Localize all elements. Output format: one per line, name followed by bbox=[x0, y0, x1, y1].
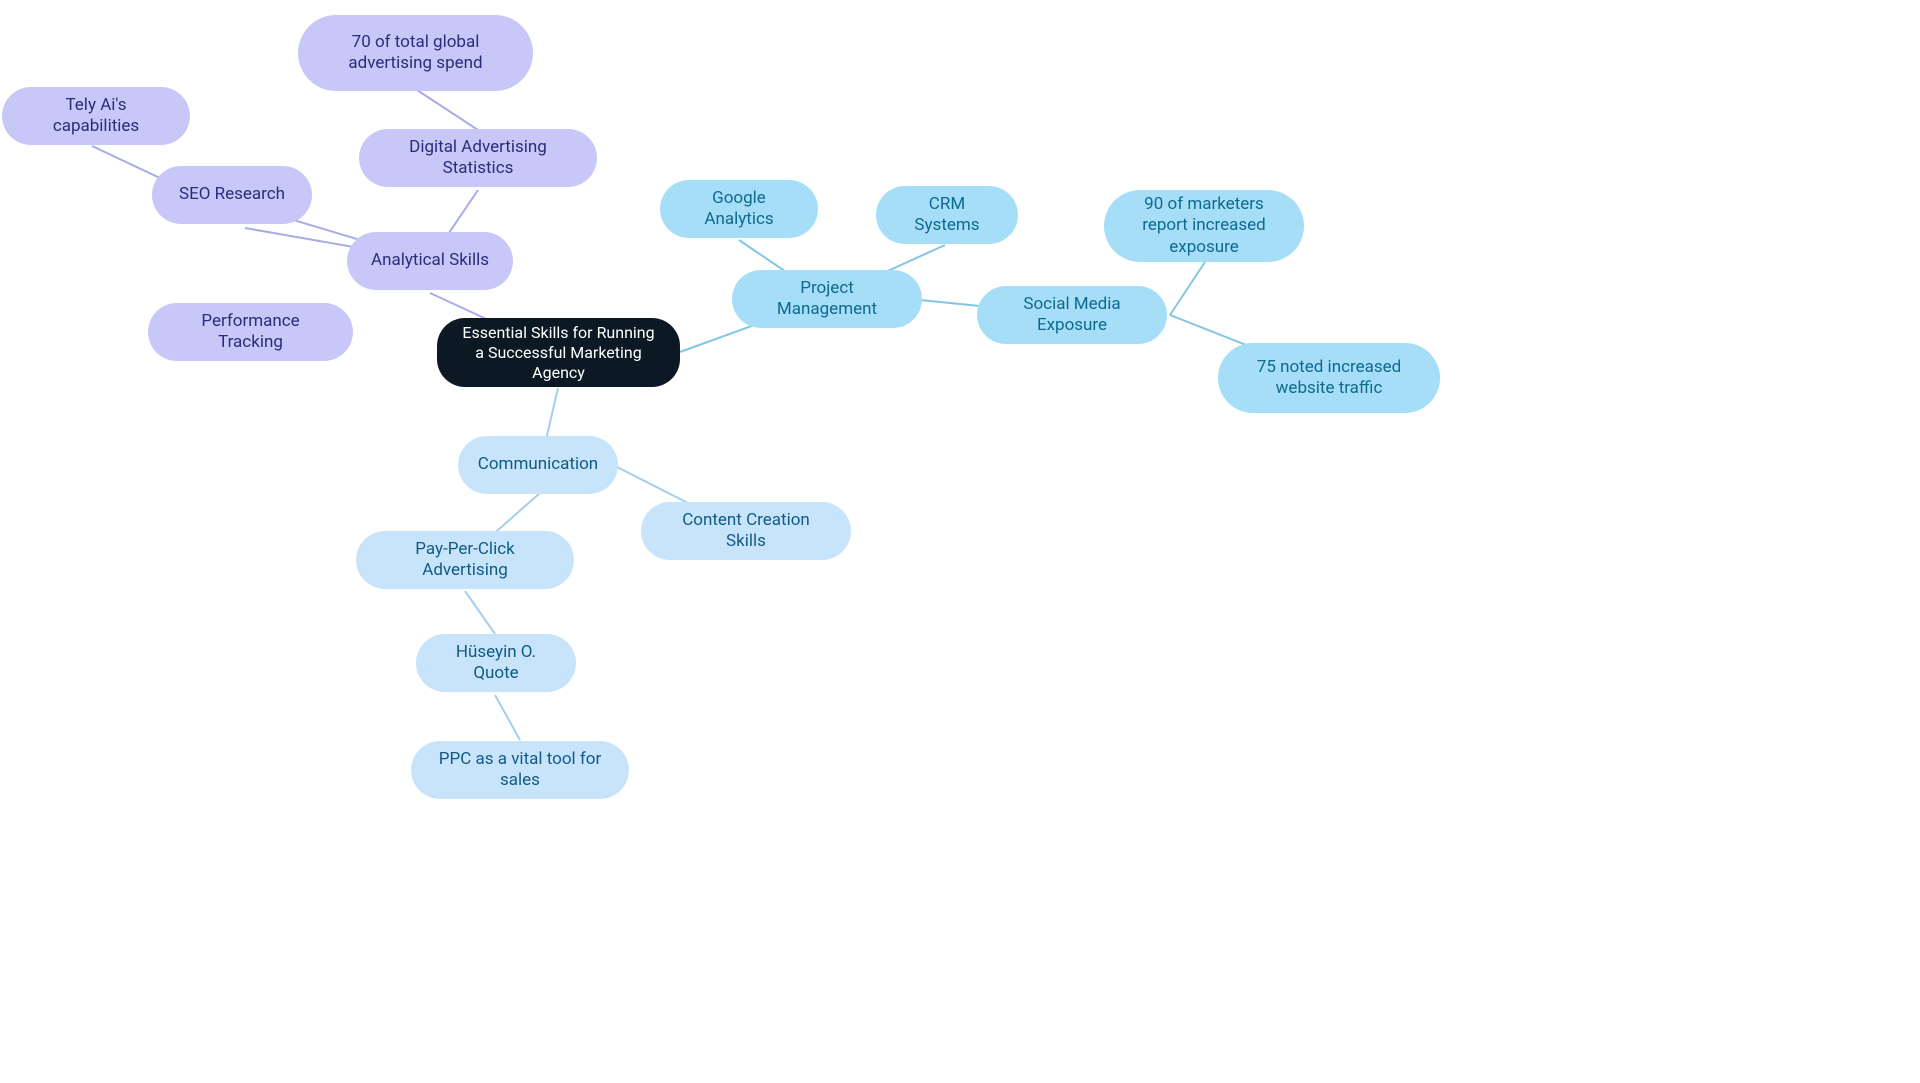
node-label: Hüseyin O. Quote bbox=[436, 642, 556, 685]
node-label: Analytical Skills bbox=[371, 250, 489, 271]
node-huseyin-quote[interactable]: Hüseyin O. Quote bbox=[416, 634, 576, 692]
node-label: PPC as a vital tool for sales bbox=[431, 749, 609, 792]
node-label: 90 of marketers report increased exposur… bbox=[1124, 194, 1284, 258]
node-tely-capabilities[interactable]: Tely Ai's capabilities bbox=[2, 87, 190, 145]
node-root-label: Essential Skills for Running a Successfu… bbox=[457, 323, 660, 383]
node-ppc[interactable]: Pay-Per-Click Advertising bbox=[356, 531, 574, 589]
node-label: Tely Ai's capabilities bbox=[22, 95, 170, 138]
node-project-management[interactable]: Project Management bbox=[732, 270, 922, 328]
node-label: Pay-Per-Click Advertising bbox=[376, 539, 554, 582]
node-performance-tracking[interactable]: Performance Tracking bbox=[148, 303, 353, 361]
node-root[interactable]: Essential Skills for Running a Successfu… bbox=[437, 318, 680, 387]
node-label: Google Analytics bbox=[680, 188, 798, 231]
node-label: Social Media Exposure bbox=[997, 294, 1147, 337]
node-label: CRM Systems bbox=[896, 194, 998, 237]
node-label: Content Creation Skills bbox=[661, 510, 831, 553]
node-seo-research[interactable]: SEO Research bbox=[152, 166, 312, 224]
node-label: SEO Research bbox=[179, 184, 285, 205]
node-seventy-five-traffic[interactable]: 75 noted increased website traffic bbox=[1218, 343, 1440, 413]
node-google-analytics[interactable]: Google Analytics bbox=[660, 180, 818, 238]
node-communication[interactable]: Communication bbox=[458, 436, 618, 494]
node-ppc-sales-tool[interactable]: PPC as a vital tool for sales bbox=[411, 741, 629, 799]
node-label: Communication bbox=[478, 454, 598, 475]
node-analytical-skills[interactable]: Analytical Skills bbox=[347, 232, 513, 290]
node-social-media-exposure[interactable]: Social Media Exposure bbox=[977, 286, 1167, 344]
node-digital-advertising-statistics[interactable]: Digital Advertising Statistics bbox=[359, 129, 597, 187]
node-ninety-marketers[interactable]: 90 of marketers report increased exposur… bbox=[1104, 190, 1304, 262]
node-label: 75 noted increased website traffic bbox=[1238, 357, 1420, 400]
node-seventy-global-spend[interactable]: 70 of total global advertising spend bbox=[298, 15, 533, 91]
node-crm-systems[interactable]: CRM Systems bbox=[876, 186, 1018, 244]
node-content-creation[interactable]: Content Creation Skills bbox=[641, 502, 851, 560]
node-label: Digital Advertising Statistics bbox=[379, 137, 577, 180]
node-label: Project Management bbox=[752, 278, 902, 321]
node-label: Performance Tracking bbox=[168, 311, 333, 354]
node-label: 70 of total global advertising spend bbox=[318, 32, 513, 75]
edges-layer bbox=[0, 0, 1920, 1083]
